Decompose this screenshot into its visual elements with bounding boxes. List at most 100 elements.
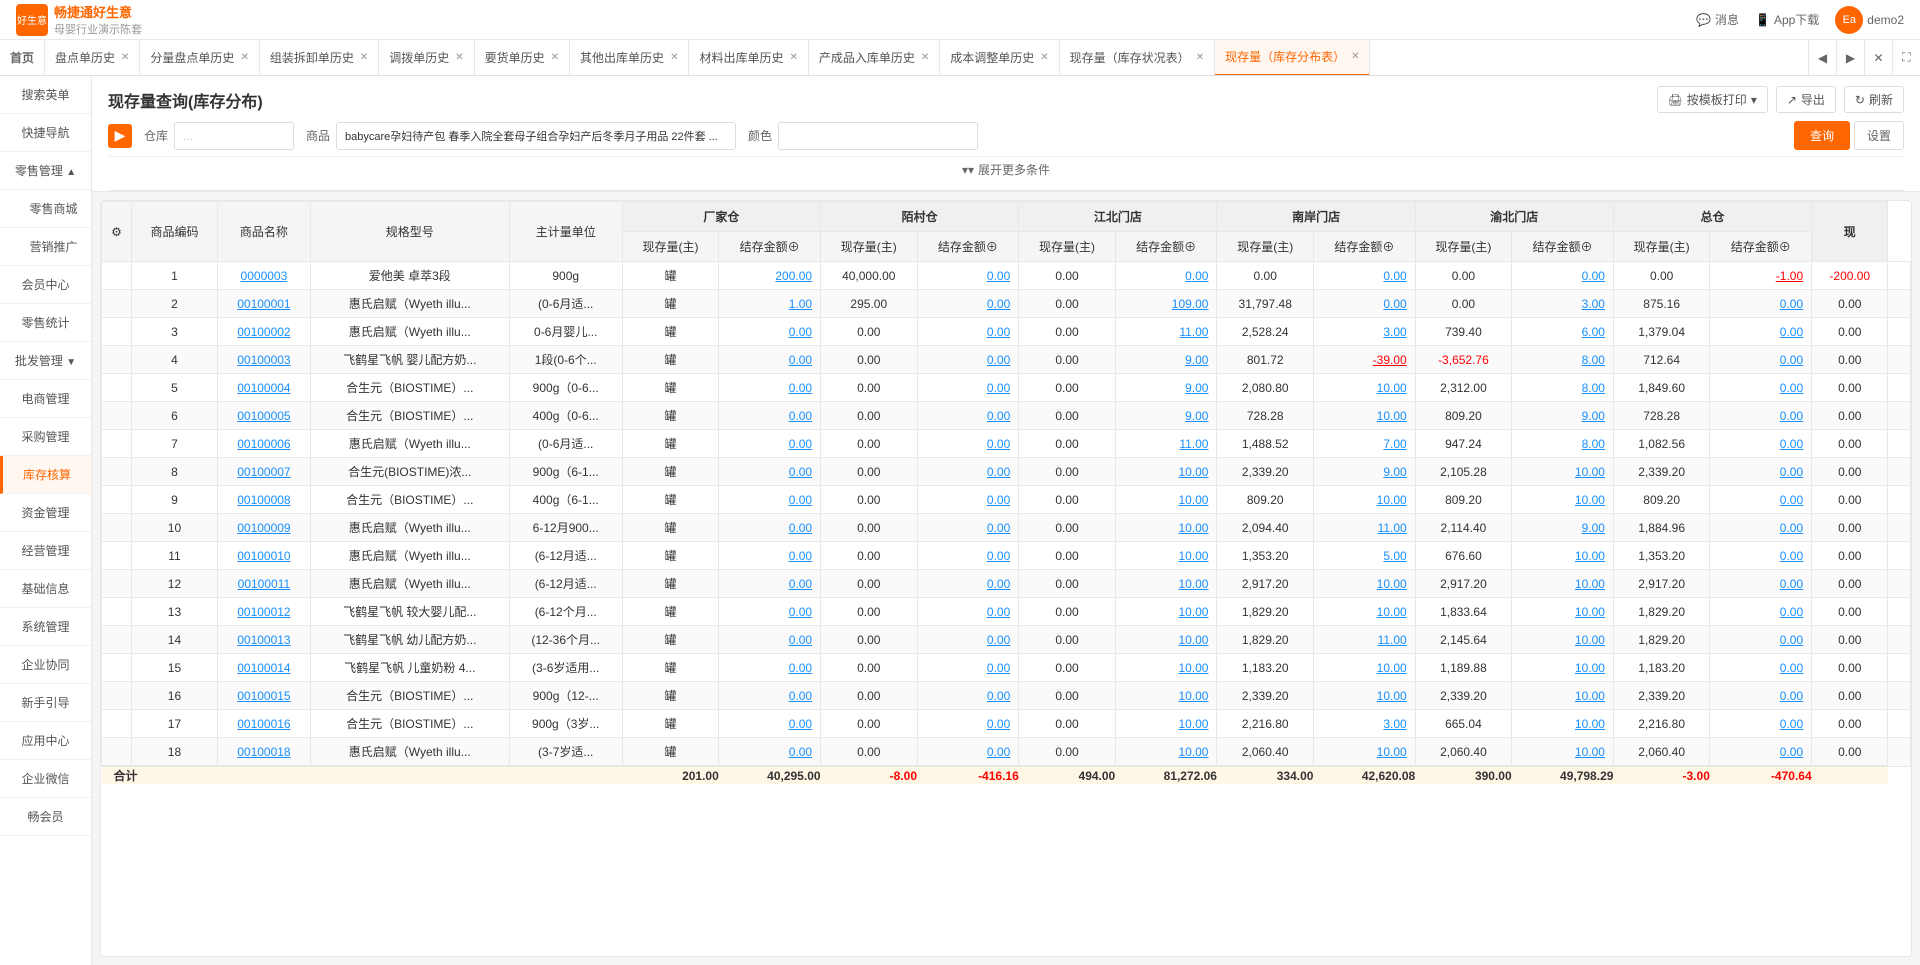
table-cell[interactable]: 10.00 (1512, 626, 1614, 654)
table-cell[interactable]: 0.00 (917, 318, 1019, 346)
table-cell[interactable]: 0.00 (719, 626, 821, 654)
table-cell[interactable]: 0.00 (917, 682, 1019, 710)
table-cell-code[interactable]: 00100004 (217, 374, 310, 402)
table-cell-code[interactable]: 00100006 (217, 430, 310, 458)
tab-close-icon[interactable]: ✕ (551, 52, 559, 63)
sidebar-item-collab[interactable]: 企业协同 (0, 646, 91, 684)
table-cell[interactable]: 10.00 (1313, 374, 1415, 402)
sidebar-item-inventory[interactable]: 库存核算 (0, 456, 91, 494)
table-cell[interactable]: 10.00 (1115, 486, 1217, 514)
table-cell[interactable]: 10.00 (1512, 486, 1614, 514)
table-cell[interactable]: 0.00 (719, 598, 821, 626)
table-cell[interactable]: 0.00 (1710, 626, 1812, 654)
table-cell[interactable]: 0.00 (1710, 570, 1812, 598)
table-cell[interactable]: 10.00 (1115, 598, 1217, 626)
tab-close-icon[interactable]: ✕ (455, 52, 463, 63)
table-cell-code[interactable]: 00100008 (217, 486, 310, 514)
table-cell[interactable]: 0.00 (1710, 486, 1812, 514)
sidebar-item-purchase[interactable]: 采购管理 (0, 418, 91, 456)
tab-requisition[interactable]: 要货单历史 ✕ (475, 40, 570, 76)
table-cell[interactable]: 10.00 (1115, 570, 1217, 598)
table-cell[interactable]: 10.00 (1313, 486, 1415, 514)
table-cell[interactable]: 10.00 (1115, 458, 1217, 486)
expand-conditions-btn[interactable]: ▾▾ 展开更多条件 (108, 156, 1904, 182)
table-cell[interactable]: 0.00 (719, 458, 821, 486)
table-cell[interactable]: 0.00 (719, 346, 821, 374)
table-cell[interactable]: 0.00 (1710, 346, 1812, 374)
sidebar-item-retail-mall[interactable]: 零售商城 (0, 190, 91, 228)
tab-portion-inventory[interactable]: 分量盘点单历史 ✕ (140, 40, 259, 76)
table-cell[interactable]: 0.00 (917, 570, 1019, 598)
table-cell-code[interactable]: 00100007 (217, 458, 310, 486)
tab-close-icon[interactable]: ✕ (360, 52, 368, 63)
table-cell[interactable]: 6.00 (1512, 318, 1614, 346)
sidebar-item-finance[interactable]: 资金管理 (0, 494, 91, 532)
table-cell[interactable]: 9.00 (1115, 402, 1217, 430)
table-cell[interactable]: 11.00 (1115, 430, 1217, 458)
table-cell[interactable]: 0.00 (719, 654, 821, 682)
table-cell[interactable]: 0.00 (719, 402, 821, 430)
tab-close-icon[interactable]: ✕ (1196, 52, 1204, 63)
table-cell[interactable]: 0.00 (1115, 262, 1217, 290)
table-cell[interactable]: 0.00 (917, 542, 1019, 570)
sidebar-item-basicinfo[interactable]: 基础信息 (0, 570, 91, 608)
tab-fullscreen-btn[interactable]: ⛶ (1892, 40, 1920, 76)
warehouse-input[interactable] (174, 122, 294, 150)
table-cell[interactable]: 3.00 (1313, 710, 1415, 738)
filter-expand-btn[interactable]: ▶ (108, 124, 132, 148)
tab-finished-inbound[interactable]: 产成品入库单历史 ✕ (809, 40, 940, 76)
table-cell[interactable]: 5.00 (1313, 542, 1415, 570)
settings-btn[interactable]: 设置 (1854, 121, 1904, 150)
table-cell[interactable]: 10.00 (1115, 514, 1217, 542)
tab-material-outbound[interactable]: 材料出库单历史 ✕ (689, 40, 808, 76)
table-cell[interactable]: 0.00 (917, 430, 1019, 458)
table-cell[interactable]: -39.00 (1313, 346, 1415, 374)
sidebar-item-member2[interactable]: 畅会员 (0, 798, 91, 836)
table-cell-code[interactable]: 00100012 (217, 598, 310, 626)
tab-assembly[interactable]: 组装拆卸单历史 ✕ (260, 40, 379, 76)
table-cell[interactable]: 0.00 (719, 514, 821, 542)
tab-stock-distribution[interactable]: 现存量（库存分布表） ✕ (1215, 40, 1370, 76)
table-cell[interactable]: 0.00 (917, 626, 1019, 654)
table-cell-code[interactable]: 00100010 (217, 542, 310, 570)
table-cell[interactable]: 0.00 (1710, 542, 1812, 570)
sidebar-item-retail-mgmt[interactable]: 零售管理 ▲ (0, 152, 91, 190)
table-cell[interactable]: 0.00 (1710, 710, 1812, 738)
table-cell[interactable]: 9.00 (1313, 458, 1415, 486)
table-cell[interactable]: 10.00 (1512, 738, 1614, 767)
table-cell[interactable]: 0.00 (917, 458, 1019, 486)
table-cell-code[interactable]: 0000003 (217, 262, 310, 290)
table-cell[interactable]: 1.00 (719, 290, 821, 318)
sidebar-item-quicknav[interactable]: 快捷导航 (0, 114, 91, 152)
export-btn[interactable]: ↗ 导出 (1776, 86, 1836, 113)
table-cell[interactable]: 0.00 (1512, 262, 1614, 290)
table-cell[interactable]: 200.00 (719, 262, 821, 290)
tab-close-all-btn[interactable]: ✕ (1864, 40, 1892, 76)
table-cell[interactable]: 10.00 (1115, 654, 1217, 682)
query-btn[interactable]: 查询 (1794, 121, 1850, 150)
sidebar-item-wholesale[interactable]: 批发管理 ▼ (0, 342, 91, 380)
refresh-btn[interactable]: ↻ 刷新 (1844, 86, 1904, 113)
table-cell[interactable]: 10.00 (1313, 654, 1415, 682)
table-cell[interactable]: 10.00 (1512, 654, 1614, 682)
message-btn[interactable]: 💬 消息 (1696, 11, 1739, 28)
sidebar-item-ecommerce[interactable]: 电商管理 (0, 380, 91, 418)
tab-close-icon[interactable]: ✕ (921, 52, 929, 63)
table-cell[interactable]: 11.00 (1313, 626, 1415, 654)
table-cell[interactable]: 9.00 (1512, 514, 1614, 542)
sidebar-item-search[interactable]: 搜索英单 (0, 76, 91, 114)
product-input[interactable] (336, 122, 736, 150)
table-cell[interactable]: 0.00 (719, 682, 821, 710)
table-cell-code[interactable]: 00100014 (217, 654, 310, 682)
table-cell[interactable]: 10.00 (1512, 710, 1614, 738)
table-cell[interactable]: 0.00 (1710, 738, 1812, 767)
table-cell[interactable]: 0.00 (1710, 514, 1812, 542)
table-cell-code[interactable]: 00100018 (217, 738, 310, 767)
table-cell-code[interactable]: 00100016 (217, 710, 310, 738)
tab-close-icon[interactable]: ✕ (240, 52, 248, 63)
table-cell[interactable]: 10.00 (1512, 542, 1614, 570)
tab-close-icon[interactable]: ✕ (121, 52, 129, 63)
table-cell[interactable]: 0.00 (917, 738, 1019, 767)
tab-stock-status[interactable]: 现存量（库存状况表） ✕ (1060, 40, 1215, 76)
table-cell-code[interactable]: 00100005 (217, 402, 310, 430)
